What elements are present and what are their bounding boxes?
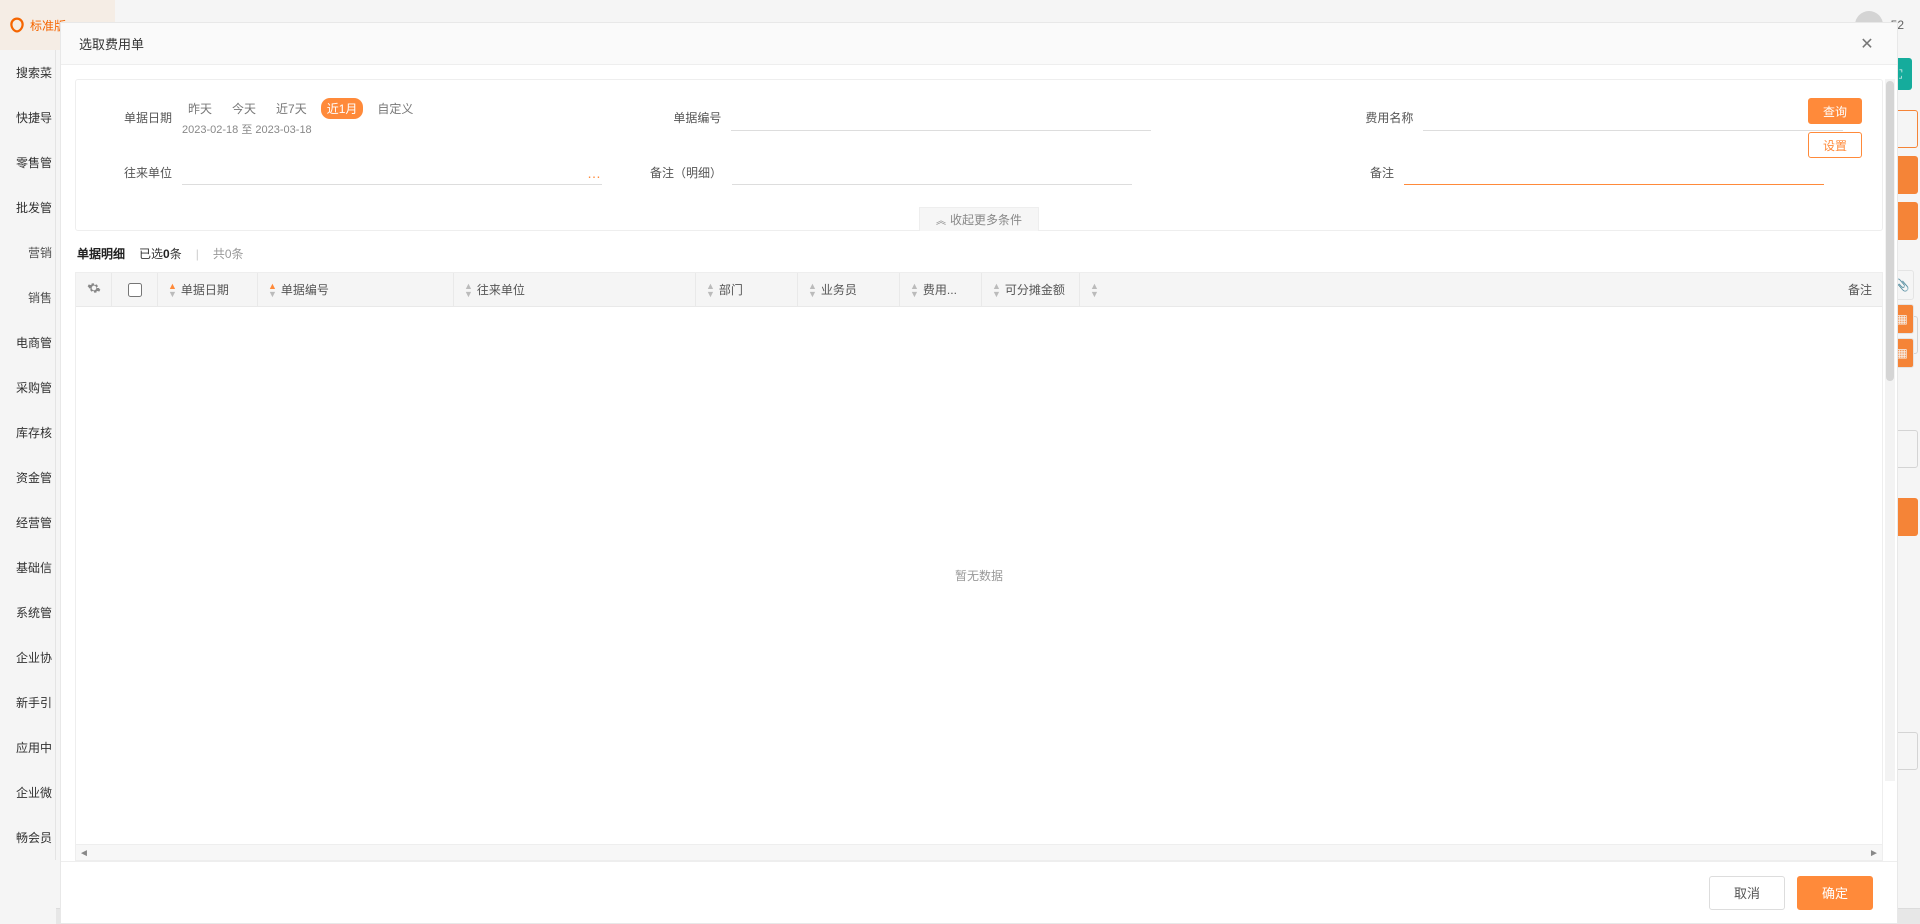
horizontal-scrollbar[interactable]: ◄ ► [76,844,1882,860]
confirm-button[interactable]: 确定 [1797,876,1873,910]
column-header-date[interactable]: ▲▼ 单据日期 [158,273,258,306]
remark-detail-input[interactable] [732,159,1132,185]
collapse-label: 收起更多条件 [950,211,1022,228]
date-quick-today[interactable]: 今天 [226,98,262,119]
filter-action-buttons: 查询 设置 [1808,98,1862,158]
table-header: ▲▼ 单据日期 ▲▼ 单据编号 ▲▼ 往来单位 ▲▼ 部门 ▲▼ 业务员 [76,273,1882,307]
sort-icon[interactable]: ▲▼ [268,282,277,298]
select-fee-modal: 选取费用单 ✕ 单据日期 昨天 今天 近7天 近1月 自定义 [60,22,1898,924]
date-label: 单据日期 [100,109,172,126]
gear-column-header[interactable] [76,273,112,306]
close-icon[interactable]: ✕ [1855,32,1879,56]
remark-input[interactable] [1404,159,1824,185]
search-button[interactable]: 查询 [1808,98,1862,124]
column-header-emp[interactable]: ▲▼ 业务员 [798,273,900,306]
filter-row-1: 单据日期 昨天 今天 近7天 近1月 自定义 2023-02-18 至 20 [100,98,1858,137]
detail-header: 单据明细 已选0条 | 共0条 [75,231,1883,272]
date-range-display: 2023-02-18 至 2023-03-18 [182,121,312,137]
scrollbar-thumb[interactable] [1886,81,1894,381]
vertical-scrollbar[interactable] [1885,79,1895,781]
sort-icon[interactable]: ▲▼ [1090,282,1099,298]
table-body-empty: 暂无数据 [76,307,1882,844]
modal-header: 选取费用单 ✕ [61,23,1897,65]
fee-name-label: 费用名称 [1341,109,1413,126]
empty-text: 暂无数据 [955,567,1003,584]
party-label: 往来单位 [100,164,172,181]
code-input[interactable] [731,105,1151,131]
collapse-filters-button[interactable]: ︽ 收起更多条件 [919,207,1039,231]
sort-icon[interactable]: ▲▼ [464,282,473,298]
date-quick-filter: 昨天 今天 近7天 近1月 自定义 2023-02-18 至 2023-03-1… [182,98,419,137]
date-quick-last1m[interactable]: 近1月 [321,98,364,119]
column-header-dept[interactable]: ▲▼ 部门 [696,273,798,306]
fee-name-input[interactable] [1423,105,1843,131]
selected-count: 已选0条 [139,245,182,262]
chevron-up-icon: ︽ [936,212,946,227]
remark-label: 备注 [1330,164,1394,181]
sort-icon[interactable]: ▲▼ [910,282,919,298]
code-label: 单据编号 [649,109,721,126]
column-header-party[interactable]: ▲▼ 往来单位 [454,273,696,306]
remark-detail-label: 备注（明细） [630,164,722,181]
modal-body: 单据日期 昨天 今天 近7天 近1月 自定义 2023-02-18 至 20 [61,65,1897,861]
column-header-remark[interactable]: ▲▼ 备注 [1080,273,1882,306]
scroll-right-icon[interactable]: ► [1866,845,1882,861]
modal-title: 选取费用单 [79,34,144,53]
date-quick-last7[interactable]: 近7天 [270,98,313,119]
sort-icon[interactable]: ▲▼ [706,282,715,298]
more-dots-icon[interactable]: … [587,165,602,181]
modal-footer: 取消 确定 [61,861,1897,923]
select-all-checkbox[interactable] [128,283,142,297]
divider: | [196,247,199,261]
detail-table: ▲▼ 单据日期 ▲▼ 单据编号 ▲▼ 往来单位 ▲▼ 部门 ▲▼ 业务员 [75,272,1883,861]
sort-icon[interactable]: ▲▼ [168,282,177,298]
sort-icon[interactable]: ▲▼ [808,282,817,298]
total-count: 共0条 [213,245,244,262]
column-header-fee[interactable]: ▲▼ 费用... [900,273,982,306]
detail-tab-title: 单据明细 [77,245,125,262]
filter-row-2: 往来单位 … 备注（明细） 备注 [100,159,1858,185]
scroll-left-icon[interactable]: ◄ [76,845,92,861]
party-input[interactable] [182,159,602,185]
cancel-button[interactable]: 取消 [1709,876,1785,910]
checkbox-column-header[interactable] [112,273,158,306]
gear-icon [87,281,101,298]
sort-icon[interactable]: ▲▼ [992,282,1001,298]
column-header-code[interactable]: ▲▼ 单据编号 [258,273,454,306]
column-header-amount[interactable]: ▲▼ 可分摊金额 [982,273,1080,306]
date-quick-yesterday[interactable]: 昨天 [182,98,218,119]
date-quick-custom[interactable]: 自定义 [371,98,419,119]
filter-panel: 单据日期 昨天 今天 近7天 近1月 自定义 2023-02-18 至 20 [75,79,1883,231]
settings-button[interactable]: 设置 [1808,132,1862,158]
